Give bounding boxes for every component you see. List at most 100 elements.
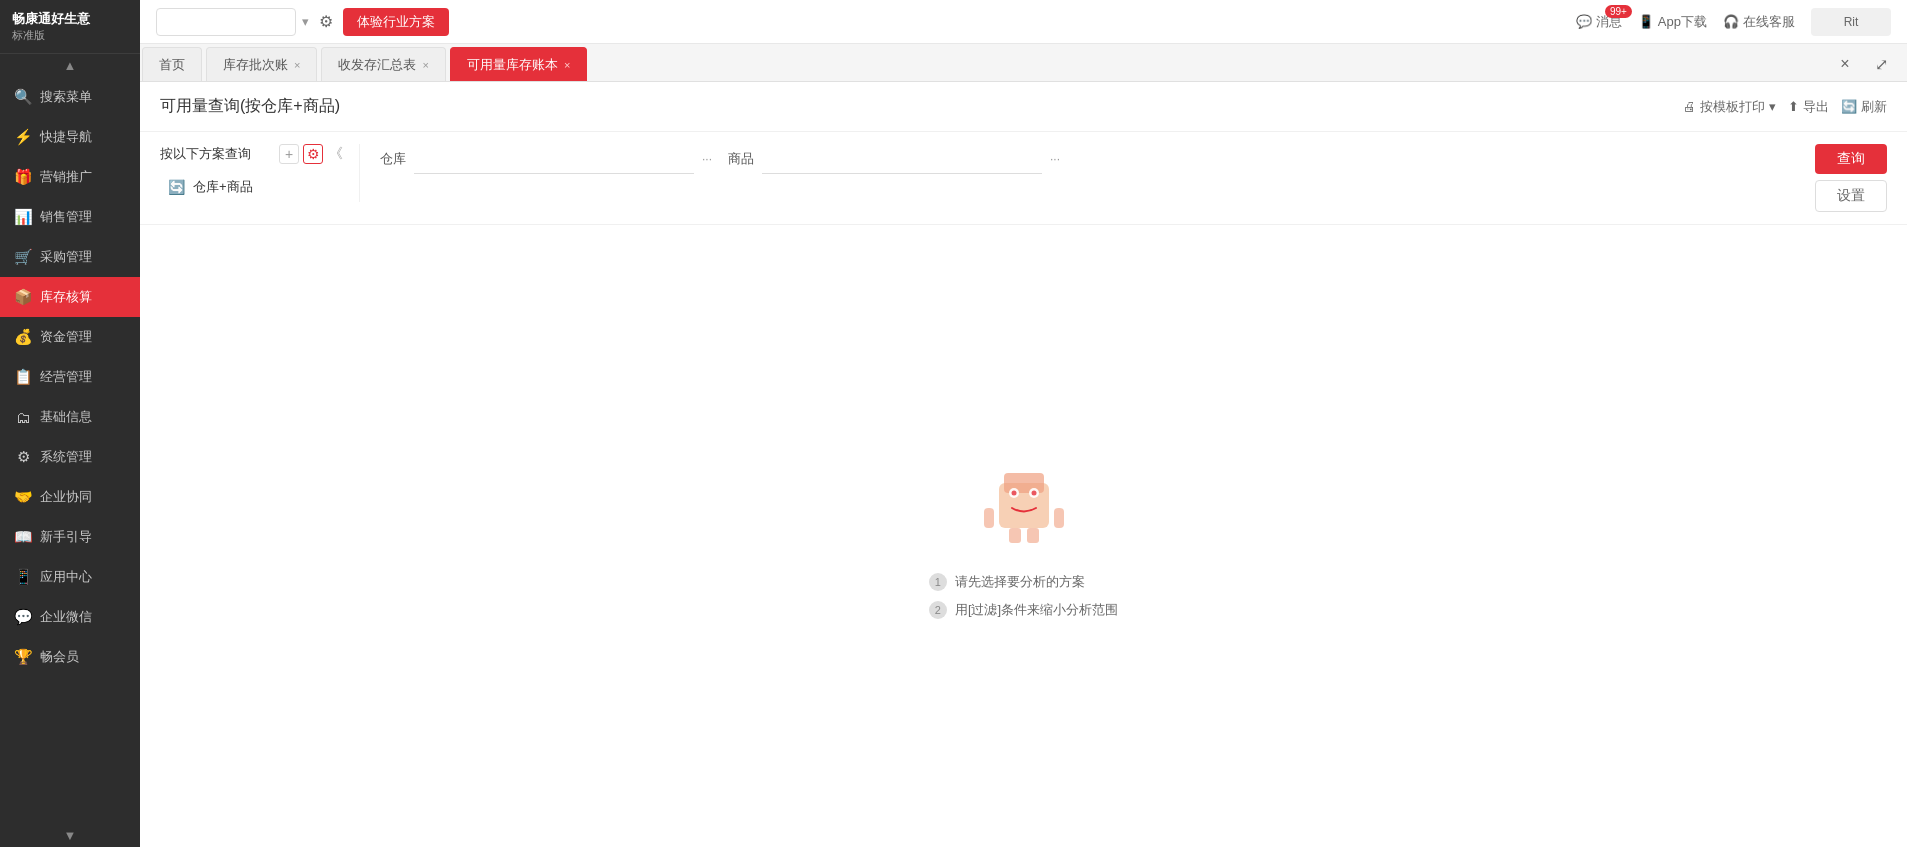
print-btn[interactable]: 🖨 按模板打印 ▾ (1683, 98, 1776, 116)
system-icon: ⚙ (14, 448, 32, 466)
tip-1-text: 请先选择要分析的方案 (955, 573, 1085, 591)
tab-batch-account-label: 库存批次账 (223, 56, 288, 74)
refresh-label: 刷新 (1861, 98, 1887, 116)
warehouse-input[interactable] (414, 144, 694, 174)
message-badge: 99+ (1605, 5, 1632, 18)
app-download-label: App下载 (1658, 13, 1707, 31)
tab-batch-account-close[interactable]: × (294, 59, 300, 71)
tab-available-inventory-label: 可用量库存账本 (467, 56, 558, 74)
sidebar-item-vip[interactable]: 🏆 畅会员 (0, 637, 140, 677)
sidebar-item-quick-nav[interactable]: ⚡ 快捷导航 (0, 117, 140, 157)
filter-area: 按以下方案查询 + ⚙ 《 🔄 仓库+商品 仓库 (140, 132, 1907, 225)
topbar: ▾ ⚙ 体验行业方案 💬 消息 99+ 📱 App下载 🎧 在线客服 Rit (140, 0, 1907, 44)
tab-home-label: 首页 (159, 56, 185, 74)
sidebar-item-base[interactable]: 🗂 基础信息 (0, 397, 140, 437)
filter-row-1: 仓库 ··· 商品 ··· (380, 144, 1795, 174)
window-maximize-btn[interactable]: ⤢ (1867, 50, 1895, 78)
svg-point-5 (1031, 491, 1036, 496)
sidebar-item-marketing[interactable]: 🎁 营销推广 (0, 157, 140, 197)
sidebar-item-label: 基础信息 (40, 408, 92, 426)
tab-receive-summary[interactable]: 收发存汇总表 × (321, 47, 445, 81)
sidebar-item-sales[interactable]: 📊 销售管理 (0, 197, 140, 237)
avatar-text: Rit (1844, 15, 1859, 29)
wechat-icon: 💬 (14, 608, 32, 626)
tip-1-num: 1 (929, 573, 947, 591)
tab-home[interactable]: 首页 (142, 47, 202, 81)
sidebar-item-label: 经营管理 (40, 368, 92, 386)
sidebar-scroll-up[interactable]: ▲ (0, 54, 140, 77)
base-icon: 🗂 (14, 409, 32, 426)
export-btn[interactable]: ⬆ 导出 (1788, 98, 1829, 116)
sidebar-item-label: 企业协同 (40, 488, 92, 506)
print-dropdown-icon[interactable]: ▾ (1769, 99, 1776, 114)
vip-icon: 🏆 (14, 648, 32, 666)
cart-icon: 🛒 (14, 248, 32, 266)
svg-point-4 (1011, 491, 1016, 496)
sidebar-item-label: 企业微信 (40, 608, 92, 626)
sidebar-item-search[interactable]: 🔍 搜索菜单 (0, 77, 140, 117)
sidebar-item-label: 营销推广 (40, 168, 92, 186)
sidebar-logo: 畅康通好生意 标准版 (0, 0, 140, 54)
refresh-icon: 🔄 (1841, 99, 1857, 114)
svg-rect-9 (1027, 528, 1039, 543)
message-btn[interactable]: 💬 消息 99+ (1576, 13, 1622, 31)
collapse-scheme-btn[interactable]: 《 (329, 145, 343, 163)
gift-icon: 🎁 (14, 168, 32, 186)
tab-receive-summary-close[interactable]: × (422, 59, 428, 71)
page-title: 可用量查询(按仓库+商品) (160, 96, 340, 117)
topbar-dropdown-icon[interactable]: ▾ (302, 14, 309, 29)
inventory-icon: 📦 (14, 288, 32, 306)
warehouse-more-btn[interactable]: ··· (702, 152, 712, 166)
print-icon: 🖨 (1683, 99, 1696, 114)
sidebar-item-wechat[interactable]: 💬 企业微信 (0, 597, 140, 637)
scheme-item-label: 仓库+商品 (193, 178, 253, 196)
svg-rect-6 (984, 508, 994, 528)
scheme-item-icon: 🔄 (168, 179, 185, 195)
message-icon: 💬 (1576, 14, 1592, 29)
tab-batch-account[interactable]: 库存批次账 × (206, 47, 317, 81)
app-download-btn[interactable]: 📱 App下载 (1638, 13, 1707, 31)
sidebar-item-label: 新手引导 (40, 528, 92, 546)
add-scheme-btn[interactable]: + (279, 144, 299, 164)
goods-label: 商品 (728, 150, 754, 168)
guide-icon: 📖 (14, 528, 32, 546)
sidebar-item-purchase[interactable]: 🛒 采购管理 (0, 237, 140, 277)
sidebar-item-label: 畅会员 (40, 648, 79, 666)
scheme-item-warehouse-goods[interactable]: 🔄 仓库+商品 (160, 172, 343, 202)
query-btn[interactable]: 查询 (1815, 144, 1887, 174)
topbar-search-input[interactable] (156, 8, 296, 36)
sidebar-item-inventory[interactable]: 📦 库存核算 (0, 277, 140, 317)
sidebar-item-label: 快捷导航 (40, 128, 92, 146)
window-close-btn[interactable]: × (1831, 50, 1859, 78)
filter-scheme-header: 按以下方案查询 + ⚙ 《 (160, 144, 343, 164)
sidebar-item-finance[interactable]: 💰 资金管理 (0, 317, 140, 357)
empty-state: 1 请先选择要分析的方案 2 用[过滤]条件来缩小分析范围 (140, 225, 1907, 847)
sidebar-item-guide[interactable]: 📖 新手引导 (0, 517, 140, 557)
setting-btn[interactable]: 设置 (1815, 180, 1887, 212)
finance-icon: 💰 (14, 328, 32, 346)
tip-2-text: 用[过滤]条件来缩小分析范围 (955, 601, 1118, 619)
sidebar-item-enterprise[interactable]: 🤝 企业协同 (0, 477, 140, 517)
sidebar-item-system[interactable]: ⚙ 系统管理 (0, 437, 140, 477)
topbar-gear-icon[interactable]: ⚙ (319, 12, 333, 31)
sidebar-scroll-down[interactable]: ▼ (0, 824, 140, 847)
goods-more-btn[interactable]: ··· (1050, 152, 1060, 166)
tab-available-inventory[interactable]: 可用量库存账本 × (450, 47, 587, 81)
headset-icon: 🎧 (1723, 14, 1739, 29)
settings-scheme-btn[interactable]: ⚙ (303, 144, 323, 164)
filter-field-warehouse: 仓库 ··· (380, 144, 712, 174)
search-icon: 🔍 (14, 88, 32, 106)
user-avatar[interactable]: Rit (1811, 8, 1891, 36)
filter-scheme-panel: 按以下方案查询 + ⚙ 《 🔄 仓库+商品 (160, 144, 360, 202)
filter-scheme-actions: + ⚙ (279, 144, 323, 164)
goods-input[interactable] (762, 144, 1042, 174)
refresh-btn[interactable]: 🔄 刷新 (1841, 98, 1887, 116)
sidebar-item-appstore[interactable]: 📱 应用中心 (0, 557, 140, 597)
tab-available-inventory-close[interactable]: × (564, 59, 570, 71)
empty-illustration (974, 453, 1074, 553)
customer-service-btn[interactable]: 🎧 在线客服 (1723, 13, 1795, 31)
page-actions: 🖨 按模板打印 ▾ ⬆ 导出 🔄 刷新 (1683, 98, 1887, 116)
trial-btn[interactable]: 体验行业方案 (343, 8, 449, 36)
filter-scheme-label: 按以下方案查询 (160, 145, 251, 163)
sidebar-item-operations[interactable]: 📋 经营管理 (0, 357, 140, 397)
